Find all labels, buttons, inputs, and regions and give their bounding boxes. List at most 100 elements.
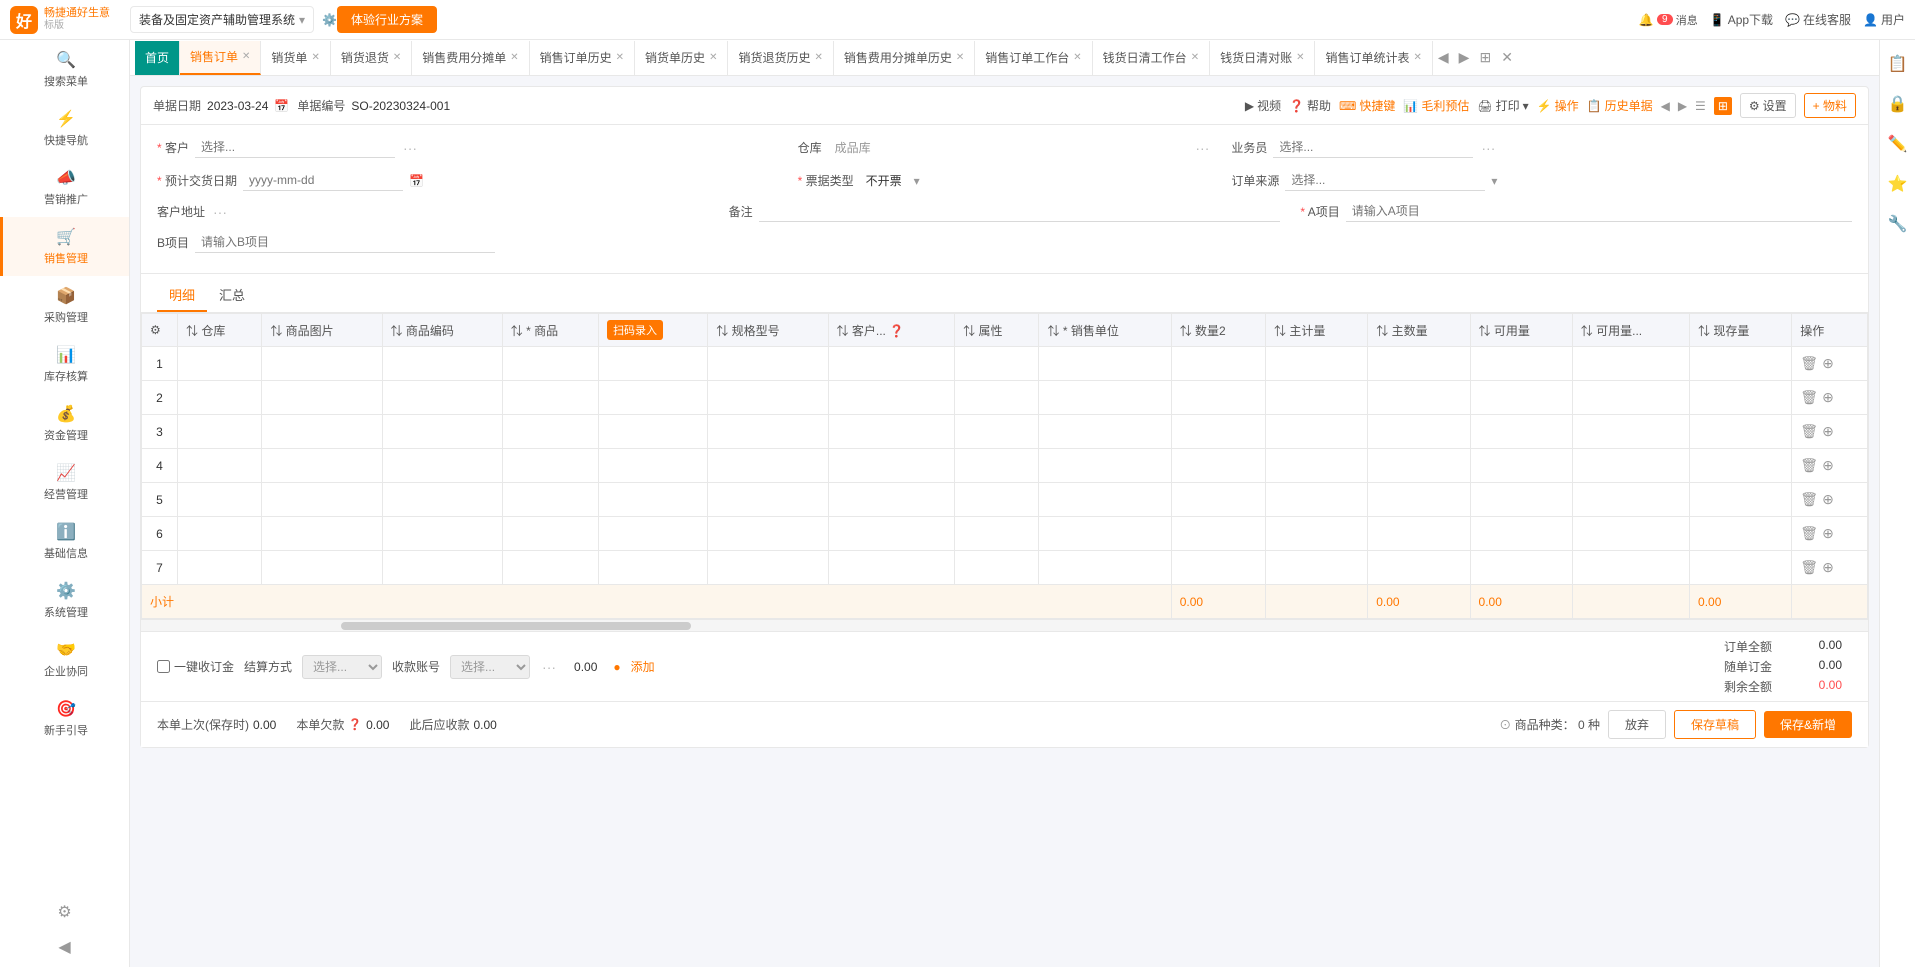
sidebar-item-purchase[interactable]: 📦 采购管理 (0, 276, 129, 335)
row-2-product[interactable] (502, 381, 598, 415)
row-7-warehouse[interactable] (178, 551, 262, 585)
account-dots-btn[interactable]: ··· (540, 659, 558, 675)
right-panel-lock-icon[interactable]: 🔒 (1884, 90, 1912, 118)
row-5-delete-btn[interactable]: 🗑 (1800, 491, 1818, 508)
row-6-delete-btn[interactable]: 🗑 (1800, 525, 1818, 542)
oneclick-checkbox-label[interactable]: 一键收订金 (157, 658, 234, 675)
row-7-qty2[interactable] (1171, 551, 1265, 585)
detail-tab-detail[interactable]: 明细 (157, 279, 207, 312)
th-customer-code[interactable]: ⇅ 客户... ❓ (828, 314, 955, 347)
tab-close-sales-expense[interactable]: ✕ (510, 52, 518, 63)
tab-close-return-history[interactable]: ✕ (814, 52, 822, 63)
th-product-image[interactable]: ⇅ 商品图片 (262, 314, 382, 347)
remarks-input[interactable] (759, 201, 1281, 222)
row-6-attributes[interactable] (955, 517, 1039, 551)
column-settings-icon[interactable]: ⚙ (150, 323, 161, 337)
row-5-copy-btn[interactable]: ⊕ (1822, 491, 1834, 508)
row-6-qty2[interactable] (1171, 517, 1265, 551)
nav-next-btn[interactable]: ▶ (1678, 99, 1687, 113)
profit-btn[interactable]: 📊 毛利预估 (1403, 97, 1469, 114)
row-1-product[interactable] (502, 347, 598, 381)
online-support-btn[interactable]: 💬 在线客服 (1785, 11, 1851, 28)
row-1-warehouse[interactable] (178, 347, 262, 381)
tab-sales-return[interactable]: 销货退货 ✕ (331, 41, 412, 75)
tab-sales-order-history[interactable]: 销售订单历史 ✕ (530, 41, 635, 75)
tab-prev-btn[interactable]: ◀ (1433, 49, 1454, 66)
row-1-customer-code[interactable] (828, 347, 955, 381)
right-panel-tool-icon[interactable]: 🔧 (1884, 210, 1912, 238)
row-5-attributes[interactable] (955, 483, 1039, 517)
sidebar-item-finance[interactable]: 💰 资金管理 (0, 394, 129, 453)
th-product[interactable]: ⇅ * 商品 (502, 314, 598, 347)
tab-sales-goods[interactable]: 销货单 ✕ (261, 41, 330, 75)
b-project-input[interactable] (195, 232, 495, 253)
order-source-dropdown-icon[interactable]: ▾ (1491, 174, 1497, 188)
th-attributes[interactable]: ⇅ 属性 (955, 314, 1039, 347)
tab-sales-workbench[interactable]: 销售订单工作台 ✕ (975, 41, 1092, 75)
row-5-customer-code[interactable] (828, 483, 955, 517)
row-6-copy-btn[interactable]: ⊕ (1822, 525, 1834, 542)
discard-button[interactable]: 放弃 (1608, 710, 1666, 739)
table-view-btn[interactable]: ⊞ (1714, 97, 1732, 115)
row-3-sales-unit[interactable] (1039, 415, 1171, 449)
row-1-attributes[interactable] (955, 347, 1039, 381)
sidebar-item-search[interactable]: 🔍 搜索菜单 (0, 40, 129, 99)
row-7-copy-btn[interactable]: ⊕ (1822, 559, 1834, 576)
row-6-warehouse[interactable] (178, 517, 262, 551)
row-4-product-code[interactable] (382, 449, 502, 483)
sidebar-item-guide[interactable]: 🎯 新手引导 (0, 689, 129, 748)
sidebar-item-collaboration[interactable]: 🤝 企业协同 (0, 630, 129, 689)
account-select[interactable]: 选择... (450, 655, 530, 679)
row-5-product-code[interactable] (382, 483, 502, 517)
row-3-customer-code[interactable] (828, 415, 955, 449)
tab-close-all-btn[interactable]: ✕ (1496, 49, 1518, 66)
row-1-product-code[interactable] (382, 347, 502, 381)
row-5-product[interactable] (502, 483, 598, 517)
row-7-attributes[interactable] (955, 551, 1039, 585)
row-3-qty2[interactable] (1171, 415, 1265, 449)
row-4-product[interactable] (502, 449, 598, 483)
th-spec[interactable]: ⇅ 规格型号 (708, 314, 828, 347)
row-3-warehouse[interactable] (178, 415, 262, 449)
order-source-input[interactable] (1285, 170, 1485, 191)
tab-close-sales-goods[interactable]: ✕ (311, 52, 319, 63)
row-6-product-code[interactable] (382, 517, 502, 551)
delivery-date-input[interactable] (243, 170, 403, 191)
row-4-customer-code[interactable] (828, 449, 955, 483)
tab-sales-expense[interactable]: 销售费用分摊单 ✕ (412, 41, 529, 75)
add-material-button[interactable]: + 物料 (1804, 93, 1856, 118)
a-project-input[interactable] (1346, 201, 1852, 222)
tab-cash-reconcile[interactable]: 钱货日清对账 ✕ (1210, 41, 1315, 75)
row-4-qty2[interactable] (1171, 449, 1265, 483)
sidebar-item-marketing[interactable]: 📣 营销推广 (0, 158, 129, 217)
tab-close-sales-return[interactable]: ✕ (393, 52, 401, 63)
tab-close-cash-reconcile[interactable]: ✕ (1296, 52, 1304, 63)
notification-btn[interactable]: 🔔 9 9 消息 (1639, 12, 1698, 28)
row-2-copy-btn[interactable]: ⊕ (1822, 389, 1834, 406)
history-btn[interactable]: 📋 历史单据 (1587, 97, 1653, 114)
tab-close-goods-history[interactable]: ✕ (709, 52, 717, 63)
right-panel-clipboard-icon[interactable]: 📋 (1884, 50, 1912, 78)
th-product-code[interactable]: ⇅ 商品编码 (382, 314, 502, 347)
row-1-delete-btn[interactable]: 🗑 (1800, 355, 1818, 372)
sidebar-item-sales[interactable]: 🛒 销售管理 (0, 217, 129, 276)
calendar-icon[interactable]: 📅 (274, 99, 289, 113)
row-2-main-qty[interactable] (1368, 381, 1470, 415)
nav-prev-btn[interactable]: ◀ (1661, 99, 1670, 113)
salesperson-dots-btn[interactable]: ··· (1479, 140, 1497, 156)
row-1-sales-unit[interactable] (1039, 347, 1171, 381)
row-3-main-qty[interactable] (1368, 415, 1470, 449)
help-btn[interactable]: ❓ 帮助 (1289, 97, 1331, 114)
invoice-dropdown-icon[interactable]: ▾ (914, 174, 920, 188)
tab-sales-stats[interactable]: 销售订单统计表 ✕ (1315, 41, 1432, 75)
tab-close-sales-order-history[interactable]: ✕ (616, 52, 624, 63)
view-btn[interactable]: ▶ 视频 (1245, 97, 1281, 114)
tab-close-sales-stats[interactable]: ✕ (1414, 52, 1422, 63)
tab-close-sales-workbench[interactable]: ✕ (1073, 52, 1081, 63)
operation-btn[interactable]: ⚡ 操作 (1537, 97, 1579, 114)
row-1-copy-btn[interactable]: ⊕ (1822, 355, 1834, 372)
tab-expense-history[interactable]: 销售费用分摊单历史 ✕ (834, 41, 975, 75)
row-2-product-code[interactable] (382, 381, 502, 415)
tab-return-history[interactable]: 销货退货历史 ✕ (728, 41, 833, 75)
row-4-warehouse[interactable] (178, 449, 262, 483)
